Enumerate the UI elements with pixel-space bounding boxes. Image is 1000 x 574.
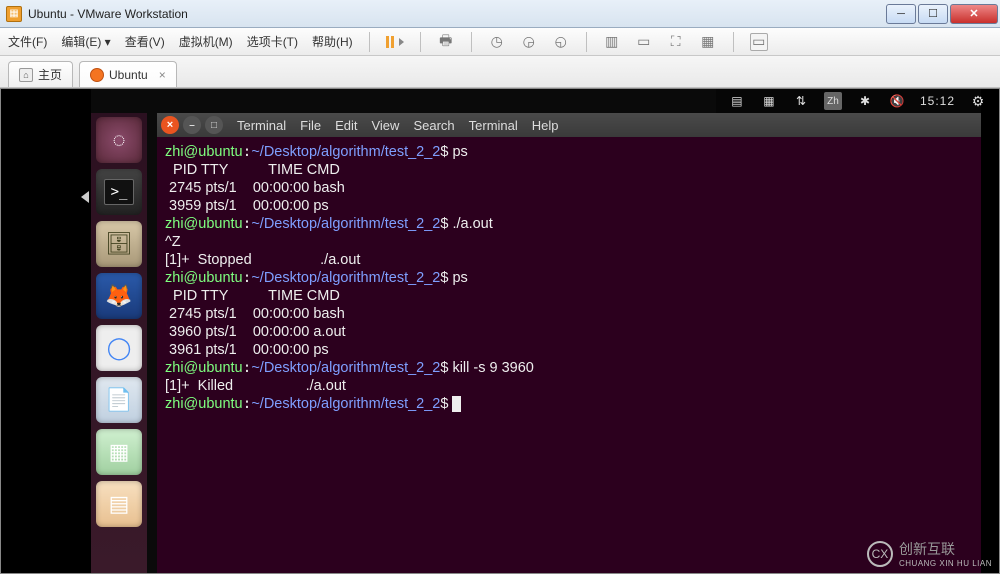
view-library-icon[interactable]: ▭ <box>750 33 768 51</box>
tab-home[interactable]: ⌂ 主页 <box>8 61 73 87</box>
ime-indicator[interactable]: Zh <box>824 92 842 110</box>
vmware-tabbar: ⌂ 主页 Ubuntu × <box>0 56 1000 88</box>
minimize-button[interactable]: ─ <box>886 4 916 24</box>
menu-vm[interactable]: 虚拟机(M) <box>179 33 233 50</box>
snapshot-manage-icon[interactable]: ◵ <box>552 33 570 51</box>
tab-close-icon[interactable]: × <box>159 68 166 82</box>
gear-icon[interactable]: ⚙ <box>969 92 987 110</box>
firefox-launcher-icon[interactable]: 🦊 <box>96 273 142 319</box>
view-fullscreen-icon[interactable]: ⛶ <box>667 33 685 51</box>
dash-icon[interactable]: ◌ <box>96 117 142 163</box>
menu-tabs[interactable]: 选项卡(T) <box>247 33 298 50</box>
terminal-body[interactable]: zhi@ubuntu:~/Desktop/algorithm/test_2_2$… <box>157 137 981 419</box>
calc-launcher-icon[interactable]: ▦ <box>96 429 142 475</box>
guest-margin-right <box>981 89 999 573</box>
vmware-menubar: 文件(F) 编辑(E) ▾ 查看(V) 虚拟机(M) 选项卡(T) 帮助(H) … <box>0 28 1000 56</box>
separator <box>733 32 734 52</box>
guest-margin-left <box>1 89 91 573</box>
separator <box>586 32 587 52</box>
chromium-launcher-icon[interactable]: ◯ <box>96 325 142 371</box>
volume-icon[interactable]: 🔇 <box>888 92 906 110</box>
files-launcher-icon[interactable]: 🗄 <box>96 221 142 267</box>
terminal-minimize-button[interactable]: – <box>183 116 201 134</box>
ubuntu-icon <box>90 68 104 82</box>
view-single-icon[interactable]: ▭ <box>635 33 653 51</box>
terminal-close-button[interactable]: × <box>161 116 179 134</box>
menu-view[interactable]: 查看(V) <box>125 33 165 50</box>
terminal-menubar: Terminal File Edit View Search Terminal … <box>237 118 559 133</box>
close-button[interactable]: ✕ <box>950 4 998 24</box>
maximize-button[interactable]: ☐ <box>918 4 948 24</box>
tab-ubuntu[interactable]: Ubuntu × <box>79 61 177 87</box>
ubuntu-topbar: ▤ ▦ ⇅ Zh ✱ 🔇 15:12 ⚙ <box>716 89 999 113</box>
terminal-menu-search[interactable]: Search <box>413 118 454 133</box>
menu-file[interactable]: 文件(F) <box>8 33 47 50</box>
window-titlebar: ▦ Ubuntu - VMware Workstation ─ ☐ ✕ <box>0 0 1000 28</box>
snapshot-icon[interactable]: 🖶 <box>437 33 455 51</box>
separator <box>471 32 472 52</box>
snapshot-take-icon[interactable]: ◷ <box>488 33 506 51</box>
ubuntu-launcher: ◌ >_ 🗄 🦊 ◯ 📄 ▦ ▤ <box>91 113 147 573</box>
writer-launcher-icon[interactable]: 📄 <box>96 377 142 423</box>
terminal-menu-terminal[interactable]: Terminal <box>237 118 286 133</box>
terminal-menu-file[interactable]: File <box>300 118 321 133</box>
terminal-titlebar[interactable]: × – □ Terminal File Edit View Search Ter… <box>157 113 981 137</box>
tab-home-label: 主页 <box>38 66 62 83</box>
menu-help[interactable]: 帮助(H) <box>312 33 353 50</box>
watermark-logo-icon: CX <box>867 541 893 567</box>
terminal-launcher-icon[interactable]: >_ <box>96 169 142 215</box>
clock[interactable]: 15:12 <box>920 94 955 108</box>
watermark: CX 创新互联 CHUANG XIN HU LIAN <box>867 539 992 568</box>
terminal-menu-terminal2[interactable]: Terminal <box>469 118 518 133</box>
terminal-cursor <box>452 396 461 412</box>
view-console-icon[interactable]: ▥ <box>603 33 621 51</box>
snapshot-revert-icon[interactable]: ◶ <box>520 33 538 51</box>
separator <box>369 32 370 52</box>
home-icon: ⌂ <box>19 68 33 82</box>
keyboard-icon[interactable]: ▤ <box>728 92 746 110</box>
watermark-subtext: CHUANG XIN HU LIAN <box>899 559 992 568</box>
launcher-active-arrow <box>81 191 89 203</box>
terminal-menu-edit[interactable]: Edit <box>335 118 357 133</box>
bluetooth-icon[interactable]: ✱ <box>856 92 874 110</box>
watermark-text: 创新互联 <box>899 539 992 559</box>
impress-launcher-icon[interactable]: ▤ <box>96 481 142 527</box>
window-title: Ubuntu - VMware Workstation <box>28 7 188 21</box>
terminal-menu-view[interactable]: View <box>371 118 399 133</box>
tab-ubuntu-label: Ubuntu <box>109 68 148 82</box>
view-unity-icon[interactable]: ▦ <box>699 33 717 51</box>
terminal-menu-help[interactable]: Help <box>532 118 559 133</box>
guest-display: ▤ ▦ ⇅ Zh ✱ 🔇 15:12 ⚙ ◌ >_ 🗄 🦊 ◯ 📄 ▦ ▤ × … <box>0 88 1000 574</box>
vmware-icon: ▦ <box>6 6 22 22</box>
pause-button[interactable] <box>386 36 404 48</box>
terminal-maximize-button[interactable]: □ <box>205 116 223 134</box>
terminal-window: × – □ Terminal File Edit View Search Ter… <box>157 113 981 573</box>
menu-edit[interactable]: 编辑(E) ▾ <box>61 33 110 50</box>
separator <box>420 32 421 52</box>
calendar-icon[interactable]: ▦ <box>760 92 778 110</box>
network-icon[interactable]: ⇅ <box>792 92 810 110</box>
